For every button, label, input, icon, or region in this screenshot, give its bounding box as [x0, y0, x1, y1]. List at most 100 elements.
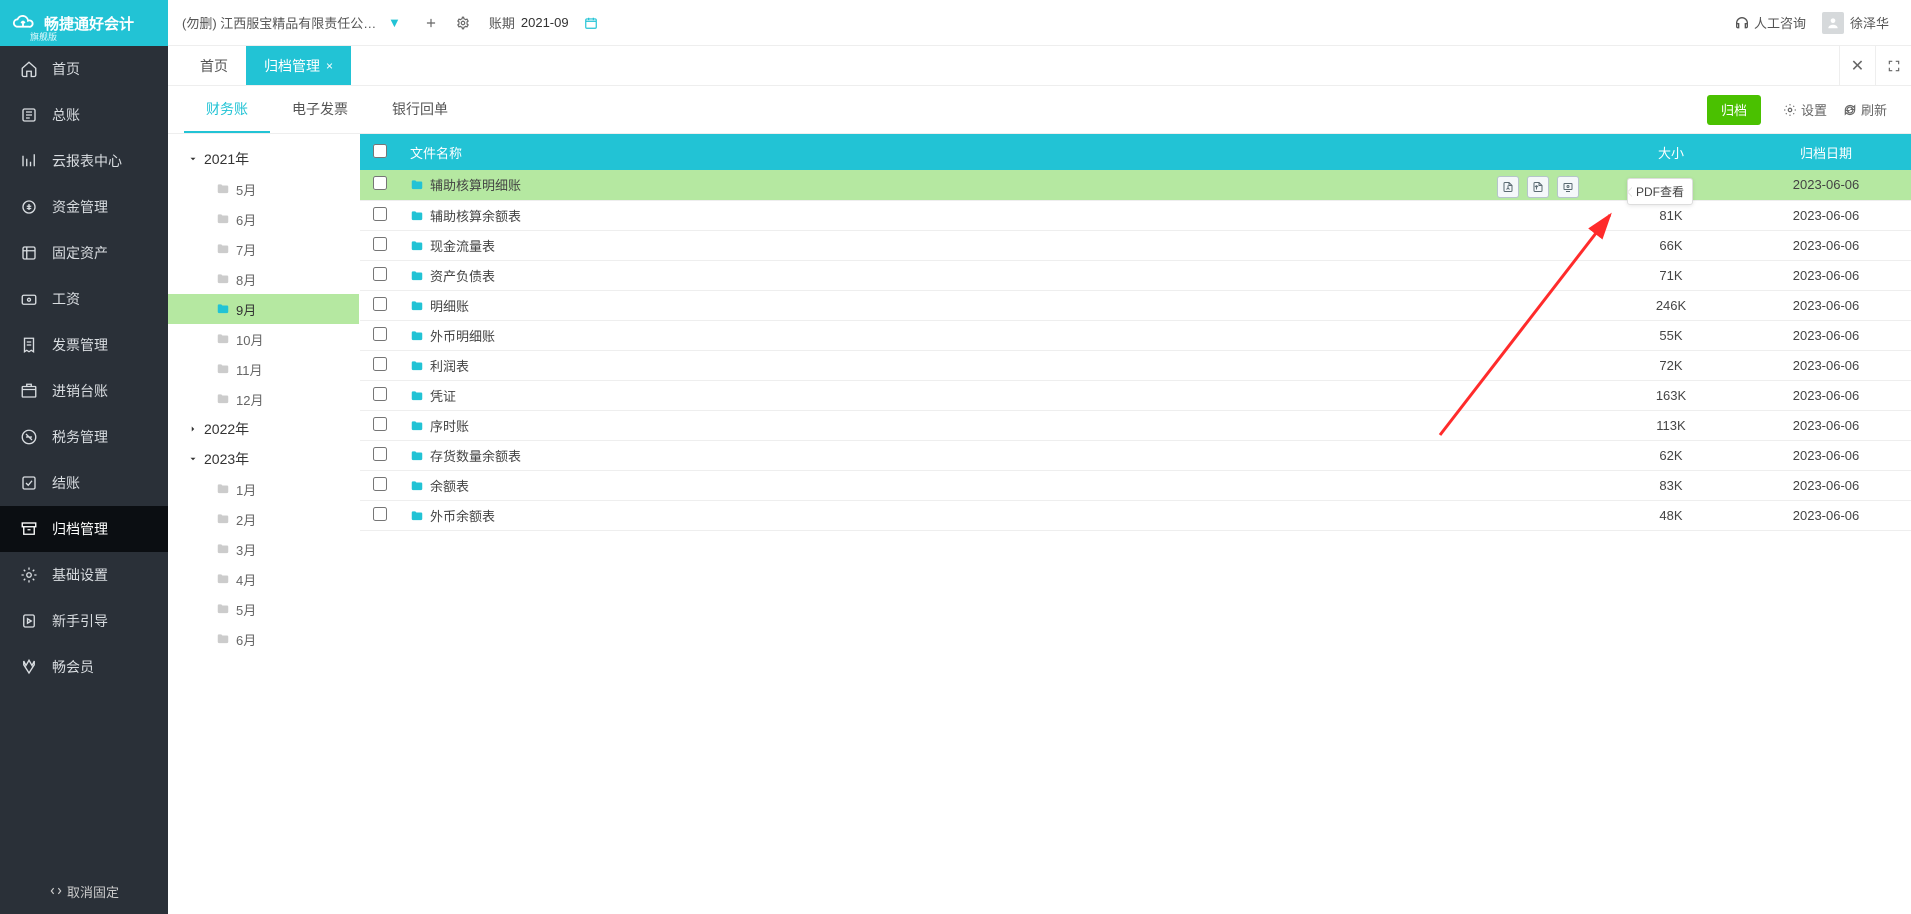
refresh-link[interactable]: 刷新: [1843, 100, 1887, 119]
sidebar-item-home[interactable]: 首页: [0, 46, 168, 92]
sidebar-item-label: 工资: [52, 289, 80, 309]
close-all-tabs-button[interactable]: ✕: [1839, 46, 1875, 85]
subtab-财务账[interactable]: 财务账: [184, 86, 270, 133]
tree-month-2021年-7月[interactable]: 7月: [168, 234, 359, 264]
row-name: 余额表: [400, 470, 1601, 500]
folder-icon: [410, 359, 424, 373]
settings-link[interactable]: 设置: [1783, 100, 1827, 119]
row-name: 明细账: [400, 290, 1601, 320]
calendar-icon[interactable]: [581, 13, 601, 33]
row-checkbox[interactable]: [373, 357, 387, 371]
table-row[interactable]: 存货数量余额表62K2023-06-06: [360, 440, 1911, 470]
gear-icon[interactable]: [453, 13, 473, 33]
row-size: 55K: [1601, 320, 1741, 350]
sidebar-item-member[interactable]: 畅会员: [0, 644, 168, 690]
row-checkbox[interactable]: [373, 327, 387, 341]
table-row[interactable]: 资产负债表71K2023-06-06: [360, 260, 1911, 290]
sidebar-item-invoice[interactable]: 发票管理: [0, 322, 168, 368]
folder-icon: [216, 632, 230, 646]
tree-month-2021年-12月[interactable]: 12月: [168, 384, 359, 414]
tree-year-2022年[interactable]: 2022年: [168, 414, 359, 444]
tree-month-2021年-9月[interactable]: 9月: [168, 294, 359, 324]
pdf-view-icon[interactable]: [1557, 176, 1579, 198]
user-menu[interactable]: 徐泽华: [1822, 12, 1889, 34]
table-row[interactable]: 余额表83K2023-06-06: [360, 470, 1911, 500]
row-checkbox[interactable]: [373, 297, 387, 311]
table-row[interactable]: 凭证163K2023-06-06: [360, 380, 1911, 410]
row-checkbox[interactable]: [373, 477, 387, 491]
tab-首页[interactable]: 首页: [182, 46, 246, 85]
sidebar-item-label: 基础设置: [52, 565, 108, 585]
close-icon[interactable]: ×: [326, 59, 333, 73]
tree-month-2023年-4月[interactable]: 4月: [168, 564, 359, 594]
fullscreen-button[interactable]: [1875, 46, 1911, 85]
row-checkbox[interactable]: [373, 387, 387, 401]
sidebar-item-report[interactable]: 云报表中心: [0, 138, 168, 184]
tree-month-2023年-6月[interactable]: 6月: [168, 624, 359, 654]
row-date: 2023-06-06: [1741, 500, 1911, 530]
select-all-header[interactable]: [360, 134, 400, 170]
row-name: 凭证: [400, 380, 1601, 410]
row-checkbox[interactable]: [373, 237, 387, 251]
sidebar-item-archive[interactable]: 归档管理: [0, 506, 168, 552]
folder-icon: [410, 239, 424, 253]
sidebar-item-settings[interactable]: 基础设置: [0, 552, 168, 598]
tree-month-2023年-5月[interactable]: 5月: [168, 594, 359, 624]
tree-month-2021年-11月[interactable]: 11月: [168, 354, 359, 384]
sidebar-item-assets[interactable]: 固定资产: [0, 230, 168, 276]
sidebar-item-funds[interactable]: 资金管理: [0, 184, 168, 230]
add-button[interactable]: [421, 13, 441, 33]
row-name: 辅助核算明细账: [400, 170, 1601, 200]
support-link[interactable]: 人工咨询: [1734, 13, 1806, 32]
sidebar-item-salary[interactable]: 工资: [0, 276, 168, 322]
tree-month-2021年-5月[interactable]: 5月: [168, 174, 359, 204]
company-selector[interactable]: (勿删) 江西服宝精品有限责任公司 (...: [182, 13, 382, 32]
folder-icon: [410, 178, 424, 192]
row-checkbox[interactable]: [373, 447, 387, 461]
sidebar-item-close[interactable]: 结账: [0, 460, 168, 506]
tree-year-2021年[interactable]: 2021年: [168, 144, 359, 174]
subtab-电子发票[interactable]: 电子发票: [270, 86, 370, 133]
row-checkbox[interactable]: [373, 267, 387, 281]
sidebar-item-tax[interactable]: 税务管理: [0, 414, 168, 460]
tree-month-2021年-10月[interactable]: 10月: [168, 324, 359, 354]
select-all-checkbox[interactable]: [373, 144, 387, 158]
table-row[interactable]: 序时账113K2023-06-06: [360, 410, 1911, 440]
row-checkbox[interactable]: [373, 417, 387, 431]
row-size: 163K: [1601, 380, 1741, 410]
table-row[interactable]: 外币余额表48K2023-06-06: [360, 500, 1911, 530]
folder-icon: [216, 332, 230, 346]
row-checkbox[interactable]: [373, 507, 387, 521]
table-row[interactable]: 利润表72K2023-06-06: [360, 350, 1911, 380]
archive-button[interactable]: 归档: [1707, 95, 1761, 125]
export-excel-icon[interactable]: [1497, 176, 1519, 198]
export-pdf-icon[interactable]: [1527, 176, 1549, 198]
subtab-银行回单[interactable]: 银行回单: [370, 86, 470, 133]
tree-month-2021年-6月[interactable]: 6月: [168, 204, 359, 234]
table-row[interactable]: 外币明细账55K2023-06-06: [360, 320, 1911, 350]
sidebar-item-ledger[interactable]: 总账: [0, 92, 168, 138]
folder-icon: [410, 419, 424, 433]
tree-month-2021年-8月[interactable]: 8月: [168, 264, 359, 294]
unpin-button[interactable]: 取消固定: [0, 876, 168, 906]
tree-month-2023年-2月[interactable]: 2月: [168, 504, 359, 534]
folder-icon: [216, 602, 230, 616]
period-value[interactable]: 2021-09: [521, 15, 569, 30]
tree-year-2023年[interactable]: 2023年: [168, 444, 359, 474]
table-row[interactable]: 明细账246K2023-06-06: [360, 290, 1911, 320]
tree-month-label: 6月: [236, 210, 256, 229]
row-checkbox[interactable]: [373, 207, 387, 221]
folder-icon: [216, 572, 230, 586]
row-checkbox[interactable]: [373, 176, 387, 190]
tree-month-2023年-1月[interactable]: 1月: [168, 474, 359, 504]
tree-month-2023年-3月[interactable]: 3月: [168, 534, 359, 564]
row-name: 资产负债表: [400, 260, 1601, 290]
chevron-down-icon[interactable]: ▼: [388, 15, 401, 30]
tab-归档管理[interactable]: 归档管理×: [246, 46, 351, 85]
sidebar-item-stock[interactable]: 进销台账: [0, 368, 168, 414]
sidebar-item-guide[interactable]: 新手引导: [0, 598, 168, 644]
file-table-area: 文件名称 大小 归档日期 辅助核算明细账16K2023-06-06辅助核算余额表…: [360, 134, 1911, 914]
topbar: (勿删) 江西服宝精品有限责任公司 (... ▼ 账期 2021-09 人工咨询…: [168, 0, 1911, 46]
table-row[interactable]: 现金流量表66K2023-06-06: [360, 230, 1911, 260]
tree-month-label: 10月: [236, 330, 263, 349]
